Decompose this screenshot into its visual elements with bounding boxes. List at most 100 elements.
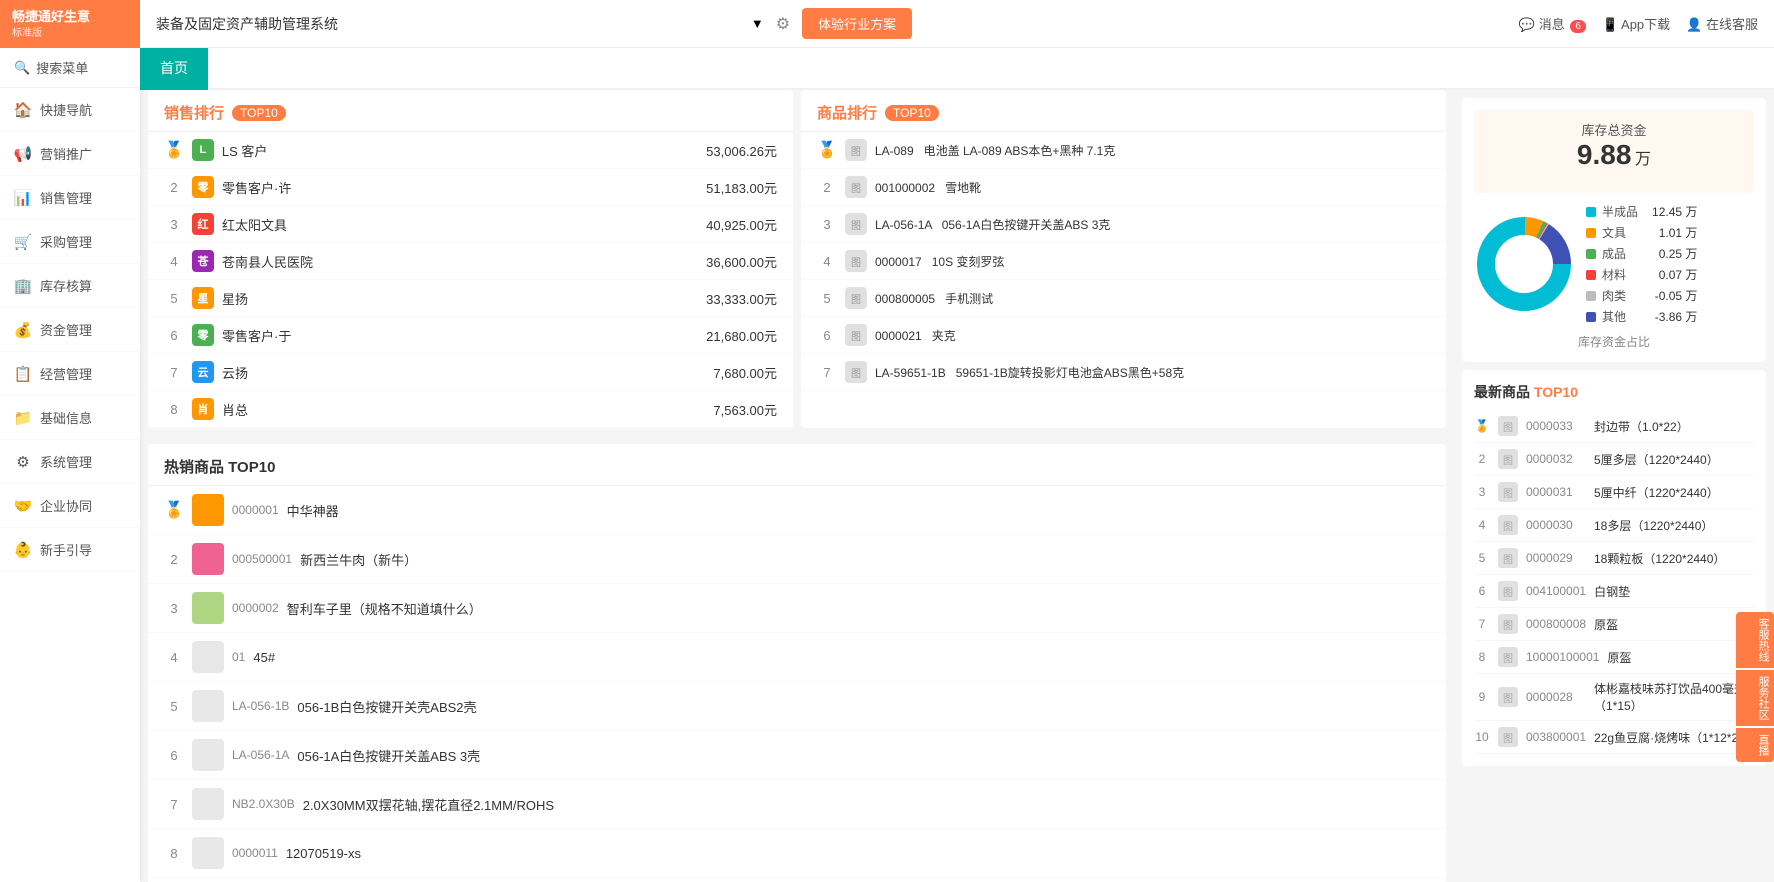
customer-hotline-btn[interactable]: 客服热线 [1736,612,1774,668]
service-community-btn[interactable]: 服务社区 [1736,670,1774,726]
prod-rank-row-1: 🏅 图 LA-089 电池盖 LA-089 ABS本色+黑种 7.1克 [801,132,1446,169]
inventory-section: 库存总资金 9.88 万 [1462,98,1766,362]
prod-rank-row-4: 4 图 0000017 10S 变刻罗弦 [801,243,1446,280]
middle-panels: 销售排行 TOP10 🏅 L LS 客户 53,006.26元 2 零 零售客户… [140,90,1454,882]
inventory-total: 库存总资金 9.88 万 [1484,120,1744,171]
basics-icon: 📁 [14,409,32,427]
sidebar-item-basics[interactable]: 📁 基础信息 [0,396,140,440]
prod-rank-row-5: 5 图 000800005 手机测试 [801,280,1446,317]
collab-icon: 🤝 [14,497,32,515]
rank-badge-6: 零 [192,324,214,346]
hot-row-3: 3 0000002 智利车子里（规格不知道填什么） [148,584,1446,633]
float-buttons: 客服热线 服务社区 直播 [1736,612,1774,762]
new-products-title: 最新商品 TOP10 [1474,382,1754,402]
inventory-legend: 半成品 12.45 万 文具 1.01 万 成品 0.25 万 [1586,203,1697,325]
hot-img-1 [192,494,224,526]
message-btn[interactable]: 💬 消息 6 [1519,14,1586,33]
rank-badge-5: 星 [192,287,214,309]
sales-ranking-header: 销售排行 TOP10 [148,90,793,132]
new-prod-row-7: 7 图 000800008 原盔 [1474,608,1754,641]
tab-nav: 首页 [140,48,1774,90]
purchase-icon: 🛒 [14,233,32,251]
sales-rank-row-5: 5 星 星扬 33,333.00元 [148,280,793,317]
rank-badge-3: 红 [192,213,214,235]
prod-rank-row-2: 2 图 001000002 雪地靴 [801,169,1446,206]
new-prod-row-10: 10 图 003800001 22g鱼豆腐·烧烤味（1*12*20） [1474,721,1754,754]
hot-row-5: 5 LA-056-1B 056-1B白色按键开关壳ABS2壳 [148,682,1446,731]
app-download-btn[interactable]: 📱 App下载 [1602,14,1670,33]
sales-rank-row-4: 4 苍 苍南县人民医院 36,600.00元 [148,243,793,280]
hot-medal-1: 🏅 [164,500,184,520]
prod-medal-1: 🏅 [817,140,837,160]
marketing-icon: 📢 [14,145,32,163]
rank-badge-1: L [192,139,214,161]
prod-img-2: 图 [845,176,867,198]
hot-img-4 [192,641,224,673]
system-icon: ⚙ [14,453,32,471]
hot-img-3 [192,592,224,624]
sidebar-item-marketing[interactable]: 📢 营销推广 [0,132,140,176]
sidebar-item-inventory[interactable]: 🏢 库存核算 [0,264,140,308]
topbar-right: 💬 消息 6 📱 App下载 👤 在线客服 [1519,14,1758,33]
sales-rank-row-6: 6 零 零售客户·于 21,680.00元 [148,317,793,354]
sidebar-item-collab[interactable]: 🤝 企业协同 [0,484,140,528]
sidebar-item-system[interactable]: ⚙ 系统管理 [0,440,140,484]
hot-row-2: 2 000500001 新西兰牛肉（新牛） [148,535,1446,584]
topbar: 装备及固定资产辅助管理系统 ▼ ⚙ 体验行业方案 💬 消息 6 📱 App下载 … [140,0,1774,48]
prod-img-6: 图 [845,324,867,346]
finance-icon: 💰 [14,321,32,339]
prod-rank-row-7: 7 图 LA-59651-1B 59651-1B旋转投影灯电池盒ABS黑色+58… [801,354,1446,391]
rank-badge-4: 苍 [192,250,214,272]
legend-other: 其他 -3.86 万 [1586,308,1697,325]
sidebar-item-sales[interactable]: 📊 销售管理 [0,176,140,220]
hot-row-4: 4 01 45# [148,633,1446,682]
tab-home[interactable]: 首页 [140,48,208,90]
sidebar-item-operations[interactable]: 📋 经营管理 [0,352,140,396]
dropdown-toggle[interactable]: ▼ [751,16,764,31]
sidebar-item-finance[interactable]: 💰 资金管理 [0,308,140,352]
sales-rank-row-8: 8 肖 肖总 7,563.00元 [148,391,793,428]
sidebar: 畅捷通好生意 标准版 🔍 搜索菜单 🏠 快捷导航 📢 营销推广 📊 销售管理 🛒… [0,0,140,882]
online-service-btn[interactable]: 👤 在线客服 [1686,14,1758,33]
sidebar-search[interactable]: 🔍 搜索菜单 [0,48,140,88]
legend-banfin: 半成品 12.45 万 [1586,203,1697,220]
hot-row-1: 🏅 0000001 中华神器 [148,486,1446,535]
sales-ranking-panel: 销售排行 TOP10 🏅 L LS 客户 53,006.26元 2 零 零售客户… [148,90,793,428]
trial-btn[interactable]: 体验行业方案 [802,8,912,39]
legend-meat: 肉类 -0.05 万 [1586,287,1697,304]
rank-badge-2: 零 [192,176,214,198]
new-prod-row-9: 9 图 0000028 体彬嘉枝味苏打饮品400毫升（1*15） [1474,674,1754,721]
sidebar-item-purchase[interactable]: 🛒 采购管理 [0,220,140,264]
new-prod-row-3: 3 图 0000031 5厘中纤（1220*2440） [1474,476,1754,509]
hot-row-7: 7 NB2.0X30B 2.0X30MM双摆花轴,摆花直径2.1MM/ROHS [148,780,1446,829]
legend-material: 材料 0.07 万 [1586,266,1697,283]
sales-icon: 📊 [14,189,32,207]
new-prod-row-1: 🏅 图 0000033 封边带（1.0*22） [1474,410,1754,443]
operations-icon: 📋 [14,365,32,383]
hot-img-2 [192,543,224,575]
sidebar-item-quicknav[interactable]: 🏠 快捷导航 [0,88,140,132]
settings-icon[interactable]: ⚙ [776,14,790,34]
hot-products-header: 热销商品 TOP10 [148,444,1446,486]
sidebar-item-newbie[interactable]: 👶 新手引导 [0,528,140,572]
sales-rank-row-7: 7 云 云扬 7,680.00元 [148,354,793,391]
hot-row-9: 9 KK-SD22110H 花语萌恒温分罐罐袋（厚款） [148,878,1446,882]
legend-wenju: 文具 1.01 万 [1586,224,1697,241]
inventory-total-box: 库存总资金 9.88 万 [1474,110,1754,193]
legend-chengpin: 成品 0.25 万 [1586,245,1697,262]
home-icon: 🏠 [14,101,32,119]
hot-img-8 [192,837,224,869]
sidebar-logo: 畅捷通好生意 标准版 [12,9,90,40]
inventory-icon: 🏢 [14,277,32,295]
live-btn[interactable]: 直播 [1736,728,1774,762]
prod-img-3: 图 [845,213,867,235]
hot-img-7 [192,788,224,820]
donut-chart-svg [1474,214,1574,314]
prod-img-4: 图 [845,250,867,272]
sales-rank-row-1: 🏅 L LS 客户 53,006.26元 [148,132,793,169]
product-ranking-panel: 商品排行 TOP10 🏅 图 LA-089 电池盖 LA-089 ABS本色+黑… [801,90,1446,428]
new-prod-row-8: 8 图 10000100001 原盔 [1474,641,1754,674]
new-prod-row-2: 2 图 0000032 5厘多层（1220*2440） [1474,443,1754,476]
rank-badge-8: 肖 [192,398,214,420]
sales-rank-row-3: 3 红 红太阳文具 40,925.00元 [148,206,793,243]
